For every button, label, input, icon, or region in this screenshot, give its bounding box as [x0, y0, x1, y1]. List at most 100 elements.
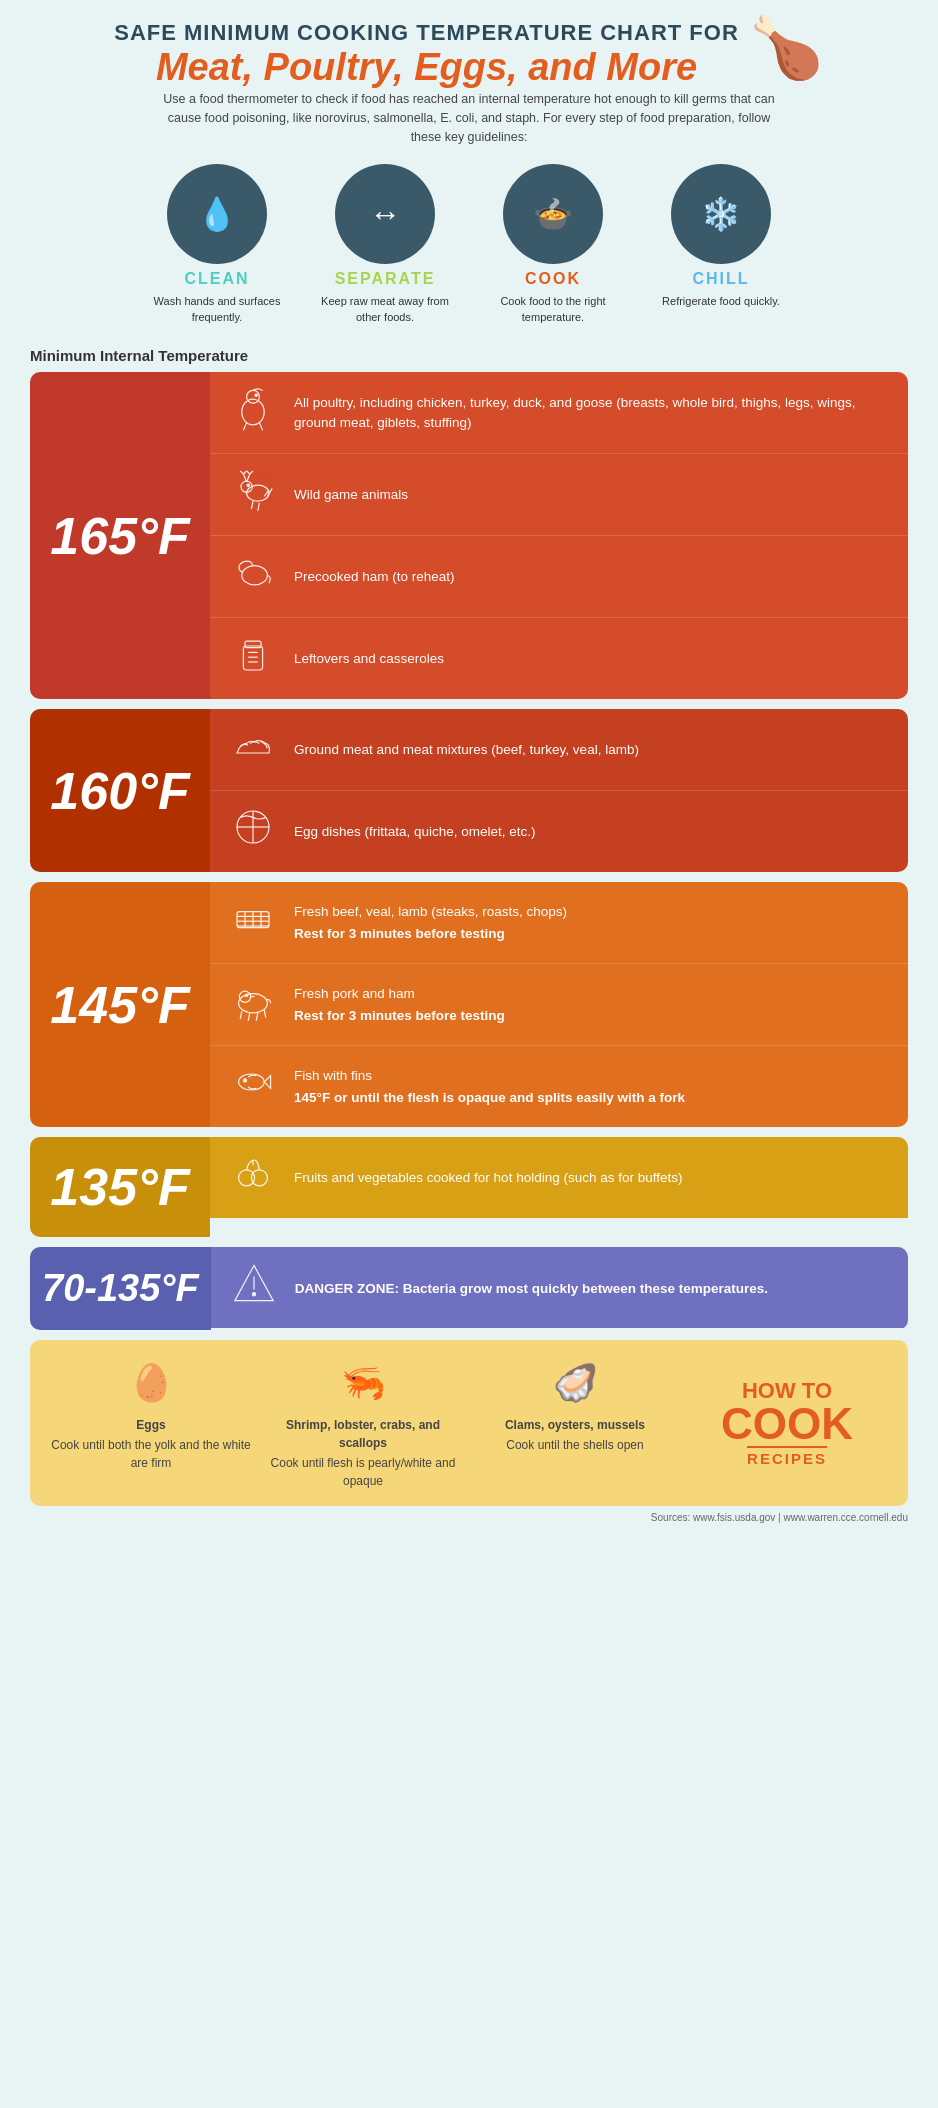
svg-point-4: [255, 394, 257, 396]
separate-circle: ↔️: [335, 164, 435, 264]
pork-text: Fresh pork and ham Rest for 3 minutes be…: [294, 984, 505, 1026]
leftovers-text: Leftovers and casseroles: [294, 649, 444, 669]
temp-135-items: Fruits and vegetables cooked for hot hol…: [210, 1137, 908, 1237]
temp-danger-label: 70-135°F: [30, 1247, 211, 1330]
temp-section-165: 165°F All poultry, including chicken, tu…: [30, 372, 908, 699]
temp-danger-items: DANGER ZONE: Bacteria grow most quickly …: [211, 1247, 908, 1330]
guideline-clean: 💧 CLEAN Wash hands and surfaces frequent…: [143, 164, 291, 325]
item-poultry: All poultry, including chicken, turkey, …: [210, 372, 908, 454]
cook-desc: Cook food to the right temperature.: [479, 294, 627, 325]
svg-point-42: [239, 1074, 265, 1090]
eggs-label: Eggs: [50, 1416, 252, 1434]
svg-rect-20: [243, 646, 262, 670]
temp-165-label: 165°F: [30, 372, 210, 699]
temp-160-label: 160°F: [30, 709, 210, 872]
svg-point-1: [247, 391, 260, 404]
header: SAFE MINIMUM COOKING TEMPERATURE CHART F…: [30, 20, 908, 146]
poultry-text: All poultry, including chicken, turkey, …: [294, 393, 892, 432]
fruits-veg-text: Fruits and vegetables cooked for hot hol…: [294, 1168, 682, 1188]
temp-165-items: All poultry, including chicken, turkey, …: [210, 372, 908, 699]
cook-circle: 🍲: [503, 164, 603, 264]
temp-section-135: 135°F Fruits and vegetables cooked for h…: [30, 1137, 908, 1237]
seafood-clams: 🦪 Clams, oysters, mussels Cook until the…: [474, 1356, 676, 1490]
svg-line-11: [243, 474, 246, 482]
groundmeat-icon: [226, 721, 280, 778]
sources: Sources: www.fsis.usda.gov | www.warren.…: [30, 1512, 908, 1523]
fruits-icon: [226, 1149, 280, 1206]
item-wild-game: Wild game animals: [210, 454, 908, 536]
header-subtitle: Use a food thermometer to check if food …: [159, 90, 779, 146]
beef-icon: [226, 894, 280, 951]
brand-cook: COOK: [721, 1402, 853, 1446]
temp-section-145: 145°F Fresh beef, veal, lamb (steaks,: [30, 882, 908, 1127]
item-danger-zone: DANGER ZONE: Bacteria grow most quickly …: [211, 1247, 908, 1328]
section-label: Minimum Internal Temperature: [30, 347, 908, 364]
brand-logo: HOW TO COOK RECIPES: [686, 1356, 888, 1490]
seafood-eggs: 🥚 Eggs Cook until both the yolk and the …: [50, 1356, 252, 1490]
chicken-icon: 🍗: [749, 12, 824, 83]
chill-icon: ❄️: [701, 198, 741, 230]
svg-line-7: [251, 501, 253, 509]
danger-zone-text: DANGER ZONE: Bacteria grow most quickly …: [295, 1276, 768, 1299]
temp-section-danger: 70-135°F DANGER ZONE: Bacteria grow most…: [30, 1247, 908, 1330]
clean-circle: 💧: [167, 164, 267, 264]
guideline-separate: ↔️ SEPARATE Keep raw meat away from othe…: [311, 164, 459, 325]
svg-line-15: [247, 471, 250, 474]
svg-rect-21: [245, 641, 261, 647]
cook-icon: 🍲: [533, 198, 573, 230]
item-beef: Fresh beef, veal, lamb (steaks, roasts, …: [210, 882, 908, 964]
poultry-icon: [226, 384, 280, 441]
svg-point-17: [247, 484, 249, 486]
pork-icon: [226, 976, 280, 1033]
svg-line-3: [259, 423, 262, 431]
separate-icon: ↔️: [369, 198, 401, 230]
chill-desc: Refrigerate food quickly.: [647, 294, 795, 309]
item-pork: Fresh pork and ham Rest for 3 minutes be…: [210, 964, 908, 1046]
item-fruits-veg: Fruits and vegetables cooked for hot hol…: [210, 1137, 908, 1218]
item-ground-meat: Ground meat and meat mixtures (beef, tur…: [210, 709, 908, 791]
temp-160-items: Ground meat and meat mixtures (beef, tur…: [210, 709, 908, 872]
svg-point-45: [251, 1170, 267, 1186]
svg-line-19: [251, 563, 253, 566]
egg-dishes-text: Egg dishes (frittata, quiche, omelet, et…: [294, 822, 536, 842]
jar-icon: [226, 630, 280, 687]
chill-circle: ❄️: [671, 164, 771, 264]
seafood-section: 🥚 Eggs Cook until both the yolk and the …: [30, 1340, 908, 1506]
svg-line-38: [240, 1011, 242, 1019]
separate-desc: Keep raw meat away from other foods.: [311, 294, 459, 325]
guidelines-section: 💧 CLEAN Wash hands and surfaces frequent…: [30, 164, 908, 325]
egg-icon: [226, 803, 280, 860]
separate-label: SEPARATE: [311, 270, 459, 288]
svg-line-16: [250, 471, 253, 474]
clean-label: CLEAN: [143, 270, 291, 288]
shrimp-desc: Cook until flesh is pearly/white and opa…: [271, 1456, 456, 1488]
temp-135-label: 135°F: [30, 1137, 210, 1237]
deer-icon: [226, 466, 280, 523]
svg-line-40: [256, 1013, 258, 1021]
beef-text: Fresh beef, veal, lamb (steaks, roasts, …: [294, 902, 567, 944]
temp-section-160: 160°F Ground meat and meat mixtures (bee…: [30, 709, 908, 872]
cook-label: COOK: [479, 270, 627, 288]
svg-point-43: [243, 1079, 246, 1082]
temp-145-items: Fresh beef, veal, lamb (steaks, roasts, …: [210, 882, 908, 1127]
item-egg-dishes: Egg dishes (frittata, quiche, omelet, et…: [210, 791, 908, 872]
header-top-line: SAFE MINIMUM COOKING TEMPERATURE CHART F…: [114, 20, 739, 46]
clams-icon: 🦪: [474, 1356, 676, 1410]
svg-line-12: [240, 471, 243, 474]
eggs-desc: Cook until both the yolk and the white a…: [51, 1438, 250, 1470]
warning-icon: [227, 1259, 281, 1316]
brand-recipes: RECIPES: [747, 1446, 827, 1467]
eggs-icon: 🥚: [50, 1356, 252, 1410]
svg-line-2: [243, 423, 246, 431]
shrimp-label: Shrimp, lobster, crabs, and scallops: [262, 1416, 464, 1452]
shrimp-icon: 🦐: [262, 1356, 464, 1410]
svg-point-49: [252, 1293, 255, 1296]
item-leftovers: Leftovers and casseroles: [210, 618, 908, 699]
svg-point-36: [239, 991, 250, 1002]
clams-desc: Cook until the shells open: [506, 1438, 643, 1452]
svg-point-44: [239, 1170, 255, 1186]
item-precooked-ham: Precooked ham (to reheat): [210, 536, 908, 618]
svg-line-8: [258, 503, 260, 511]
clean-desc: Wash hands and surfaces frequently.: [143, 294, 291, 325]
svg-line-39: [248, 1013, 250, 1021]
